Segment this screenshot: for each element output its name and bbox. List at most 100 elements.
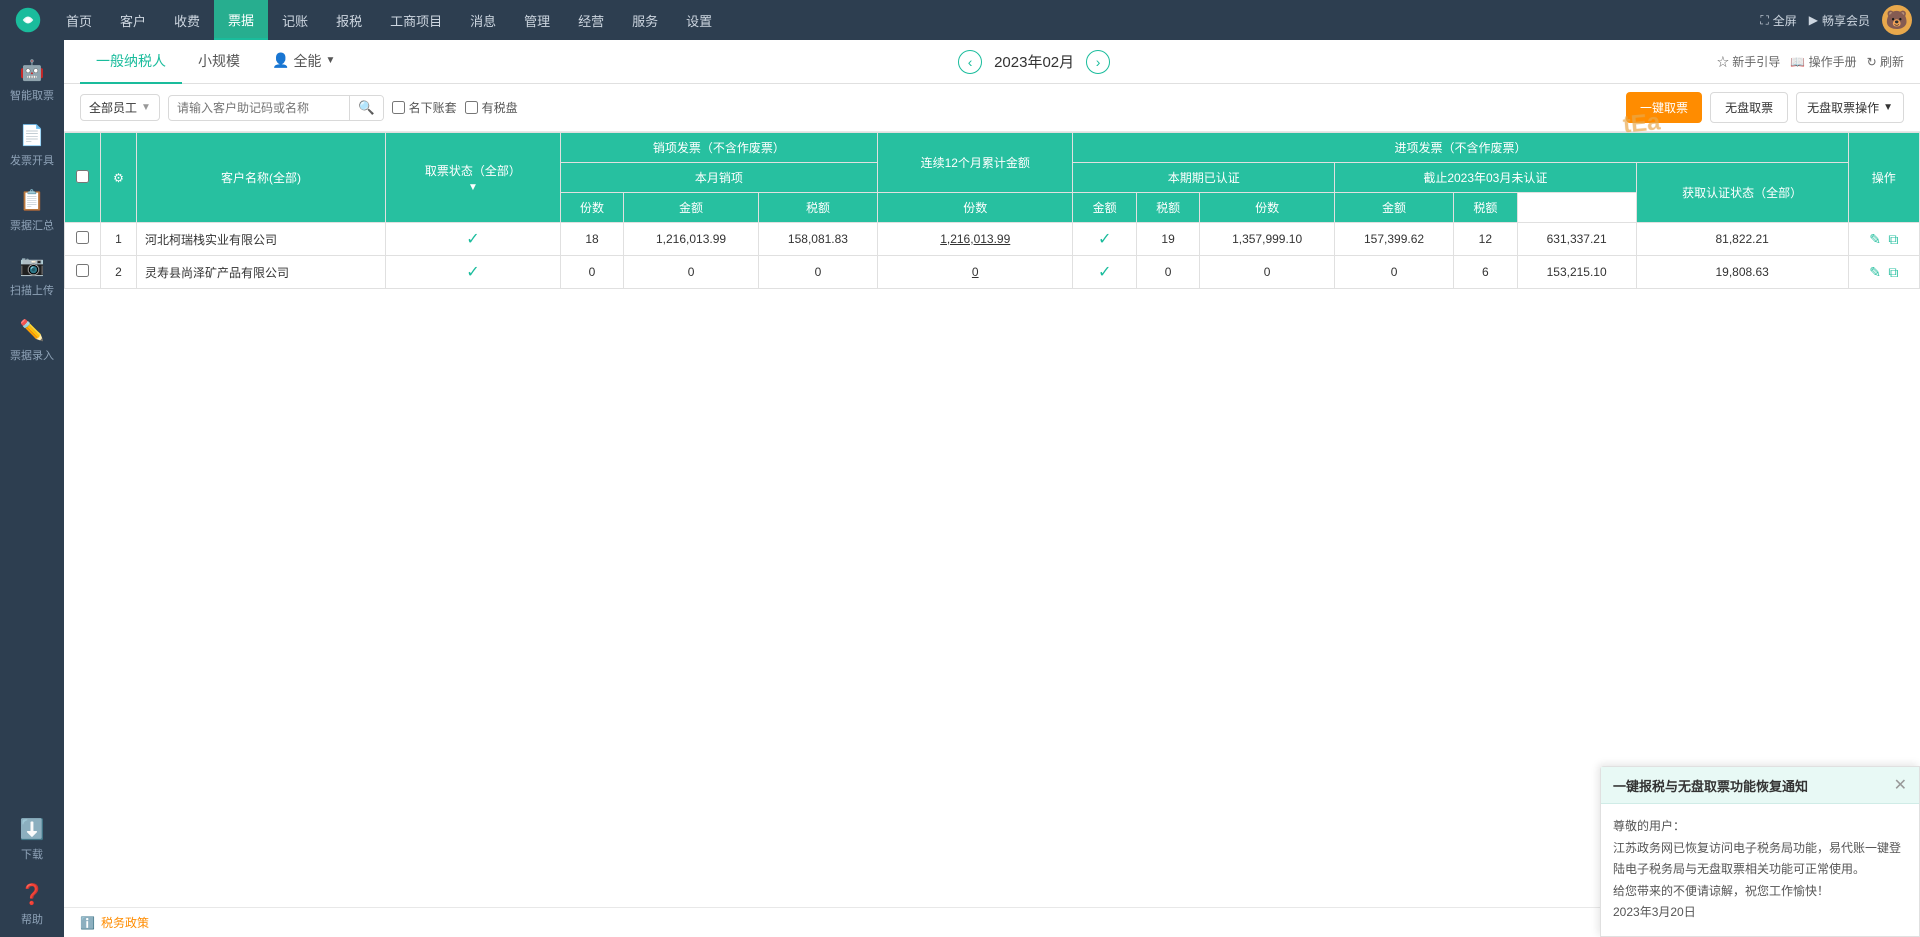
info-icon: ℹ️ <box>80 916 95 930</box>
sidebar-item-invoice-entry[interactable]: ✏️ 票据录入 <box>0 308 64 373</box>
sidebar-item-download[interactable]: ⬇️ 下载 <box>0 807 64 872</box>
sidebar-item-help[interactable]: ❓ 帮助 <box>0 872 64 937</box>
no-disk-ticket-btn[interactable]: 无盘取票 <box>1710 92 1788 123</box>
download-icon: ⬇️ <box>20 817 45 842</box>
th-sales-amount: 金额 <box>624 193 759 223</box>
search-button[interactable]: 🔍 <box>349 96 383 120</box>
tab-bar: 一般纳税人 小规模 👤 全能 ▼ ‹ 2023年02月 › ☆ 新手引导 📖 操… <box>64 40 1920 84</box>
th-sales-qty: 份数 <box>560 193 623 223</box>
th-purchase-invoice: 进项发票（不含作废票） <box>1073 133 1848 163</box>
top-nav: 首页 客户 收费 票据 记账 报税 工商项目 消息 管理 经营 服务 设置 ⛶ … <box>0 0 1920 40</box>
member-icon: ▶ <box>1809 13 1818 27</box>
nav-manage[interactable]: 管理 <box>510 0 564 40</box>
row-not-cert-tax: 19,808.63 <box>1636 256 1848 289</box>
account-filter-checkbox[interactable] <box>392 101 405 114</box>
nav-service[interactable]: 服务 <box>618 0 672 40</box>
employee-filter[interactable]: 全部员工 ▼ <box>80 94 160 121</box>
filter-icon[interactable]: ▼ <box>468 182 478 193</box>
th-not-cert-amount: 金额 <box>1334 193 1453 223</box>
table-row: 2 灵寿县尚泽矿产品有限公司 ✓ 0 0 0 0 ✓ 0 0 0 6 153,2… <box>65 256 1920 289</box>
row-cumulative: 0 <box>878 256 1073 289</box>
edit-icon[interactable]: ✎ <box>1869 264 1881 280</box>
manual-icon: 📖 <box>1790 55 1805 69</box>
nav-home[interactable]: 首页 <box>52 0 106 40</box>
th-checkbox <box>65 133 101 223</box>
row-sales-qty: 0 <box>560 256 623 289</box>
nav-right: ⛶ 全屏 ▶ 畅享会员 🐻 <box>1760 5 1912 35</box>
tea-badge: tEa <box>1621 108 1661 139</box>
no-disk-ops-btn[interactable]: 无盘取票操作 ▼ <box>1796 92 1904 123</box>
logo[interactable] <box>8 0 48 40</box>
search-wrap: 🔍 <box>168 95 384 121</box>
fullscreen-icon: ⛶ <box>1760 13 1768 28</box>
nav-ticket[interactable]: 票据 <box>214 0 268 40</box>
copy-icon[interactable]: ⧉ <box>1888 231 1898 247</box>
sidebar: 🤖 智能取票 📄 发票开具 📋 票据汇总 📷 扫描上传 ✏️ 票据录入 ⬇️ 下… <box>0 40 64 937</box>
tab-actions: ☆ 新手引导 📖 操作手册 ↻ 刷新 <box>1717 53 1904 70</box>
sidebar-item-invoice-summary[interactable]: 📋 票据汇总 <box>0 178 64 243</box>
select-all-checkbox[interactable] <box>76 170 89 183</box>
notification-popup: 一键报税与无盘取票功能恢复通知 ✕ 尊敬的用户：江苏政务网已恢复访问电子税务局功… <box>1600 766 1920 937</box>
invoice-entry-icon: ✏️ <box>20 318 45 343</box>
row-sales-amount: 0 <box>624 256 759 289</box>
row-checkbox[interactable] <box>65 223 101 256</box>
th-purchase-tax: 税额 <box>1136 193 1199 223</box>
filter-group: 全部员工 ▼ 🔍 名下账套 有税盘 <box>80 94 1616 121</box>
avatar[interactable]: 🐻 <box>1882 5 1912 35</box>
tab-full[interactable]: 👤 全能 ▼ <box>256 40 351 84</box>
tab-small-scale[interactable]: 小规模 <box>182 40 256 84</box>
nav-operation[interactable]: 经营 <box>564 0 618 40</box>
nav-message[interactable]: 消息 <box>456 0 510 40</box>
nav-tax[interactable]: 报税 <box>322 0 376 40</box>
edit-icon[interactable]: ✎ <box>1869 231 1881 247</box>
member-btn[interactable]: ▶ 畅享会员 <box>1809 12 1870 29</box>
row-checkbox[interactable] <box>65 256 101 289</box>
th-current-month-sales: 本月销项 <box>560 163 877 193</box>
help-icon: ❓ <box>20 882 45 907</box>
tax-disk-filter-label[interactable]: 有税盘 <box>465 99 518 116</box>
th-sales-tax: 税额 <box>758 193 877 223</box>
dropdown-icon: ▼ <box>325 55 335 66</box>
nav-items: 首页 客户 收费 票据 记账 报税 工商项目 消息 管理 经营 服务 设置 <box>52 0 1760 40</box>
copy-icon[interactable]: ⧉ <box>1888 264 1898 280</box>
row-customer: 河北柯瑞栈实业有限公司 <box>137 223 386 256</box>
manual-btn[interactable]: 📖 操作手册 <box>1790 53 1856 70</box>
nav-business[interactable]: 工商项目 <box>376 0 456 40</box>
row-not-cert-tax: 81,822.21 <box>1636 223 1848 256</box>
prev-month-btn[interactable]: ‹ <box>958 50 982 74</box>
notification-title: 一键报税与无盘取票功能恢复通知 <box>1613 776 1808 795</box>
row-purchase-tax: 0 <box>1334 256 1453 289</box>
row-num: 2 <box>101 256 137 289</box>
settings-icon[interactable]: ⚙ <box>113 171 124 185</box>
th-customer-name: 客户名称(全部) <box>137 133 386 223</box>
sidebar-item-smart-ticket[interactable]: 🤖 智能取票 <box>0 48 64 113</box>
row-ticket-status: ✓ <box>386 223 561 256</box>
row-customer: 灵寿县尚泽矿产品有限公司 <box>137 256 386 289</box>
row-actions: ✎ ⧉ <box>1848 256 1919 289</box>
current-month: 2023年02月 <box>994 51 1074 72</box>
refresh-btn[interactable]: ↻ 刷新 <box>1867 53 1904 70</box>
row-num: 1 <box>101 223 137 256</box>
th-purchase-amount: 金额 <box>1073 193 1136 223</box>
nav-account[interactable]: 记账 <box>268 0 322 40</box>
th-cert-status: 获取认证状态（全部） <box>1636 163 1848 223</box>
tax-policy-link[interactable]: 税务政策 <box>101 914 149 931</box>
account-filter-label[interactable]: 名下账套 <box>392 99 457 116</box>
tax-disk-filter-checkbox[interactable] <box>465 101 478 114</box>
refresh-icon: ↻ <box>1867 55 1877 69</box>
fullscreen-btn[interactable]: ⛶ 全屏 <box>1760 12 1796 29</box>
row-not-cert-qty: 6 <box>1454 256 1517 289</box>
tab-general-taxpayer[interactable]: 一般纳税人 <box>80 40 182 84</box>
row-purchase-tax: 157,399.62 <box>1334 223 1453 256</box>
sidebar-item-invoice-open[interactable]: 📄 发票开具 <box>0 113 64 178</box>
sidebar-item-scan-upload[interactable]: 📷 扫描上传 <box>0 243 64 308</box>
invoice-table: ⚙ 客户名称(全部) 取票状态（全部） ▼ 销项发票（不含作废票） 连续12个月… <box>64 132 1920 289</box>
nav-customer[interactable]: 客户 <box>106 0 160 40</box>
next-month-btn[interactable]: › <box>1086 50 1110 74</box>
guide-btn[interactable]: ☆ 新手引导 <box>1717 53 1780 70</box>
nav-fee[interactable]: 收费 <box>160 0 214 40</box>
nav-settings[interactable]: 设置 <box>672 0 726 40</box>
row-not-cert-amount: 631,337.21 <box>1517 223 1636 256</box>
notification-close-btn[interactable]: ✕ <box>1894 775 1907 795</box>
search-input[interactable] <box>169 97 349 119</box>
